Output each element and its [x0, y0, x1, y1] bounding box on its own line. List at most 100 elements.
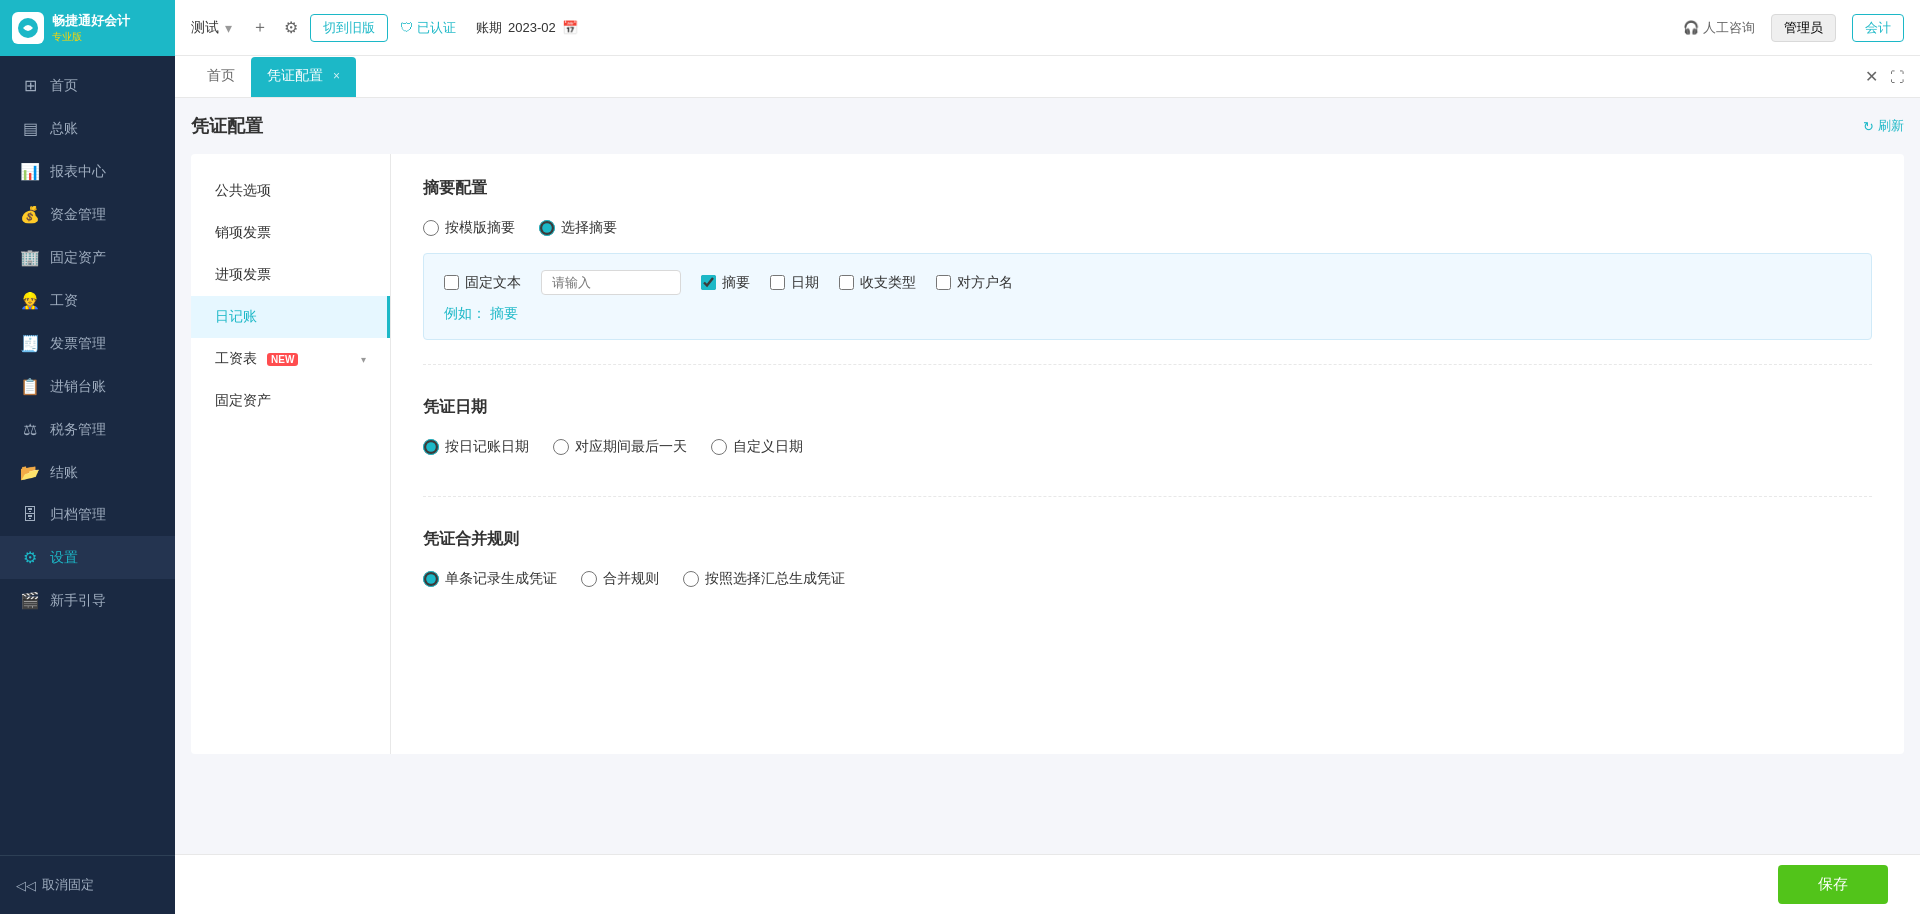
tab-voucher-config[interactable]: 凭证配置 ×	[251, 57, 356, 97]
radio-merge-rule-label: 合并规则	[603, 570, 659, 588]
radio-period-last-day[interactable]: 对应期间最后一天	[553, 438, 687, 456]
nav-item-guide[interactable]: 🎬 新手引导	[0, 579, 175, 622]
certified-label: 已认证	[417, 19, 456, 37]
checkbox-date-input[interactable]	[770, 275, 785, 290]
radio-diary-date-label: 按日记账日期	[445, 438, 529, 456]
left-nav-purchase-invoice[interactable]: 进项发票	[191, 254, 390, 296]
nav-item-invoice[interactable]: 🧾 发票管理	[0, 322, 175, 365]
merge-title: 凭证合并规则	[423, 529, 1872, 550]
left-nav-sales-invoice[interactable]: 销项发票	[191, 212, 390, 254]
radio-select-summary-input[interactable]	[539, 220, 555, 236]
new-badge: NEW	[267, 353, 298, 366]
radio-period-last-day-input[interactable]	[553, 439, 569, 455]
pay-type-checkbox-label: 收支类型	[860, 274, 916, 292]
nav-item-funds[interactable]: 💰 资金管理	[0, 193, 175, 236]
sidebar: 畅捷通好会计 专业版 ⊞ 首页 ▤ 总账 📊 报表中心 💰 资金管理 🏢	[0, 0, 175, 914]
date-section: 凭证日期 按日记账日期 对应期间最后一天	[423, 397, 1872, 497]
tabs-right: ✕ ⛶	[1865, 67, 1904, 86]
period-value: 2023-02	[508, 20, 556, 35]
window-close-button[interactable]: ✕	[1865, 67, 1878, 86]
checkbox-counterparty-label[interactable]: 对方户名	[936, 274, 1013, 292]
radio-single-record-input[interactable]	[423, 571, 439, 587]
expand-button[interactable]: ⛶	[1890, 69, 1904, 85]
logo-sub: 专业版	[52, 30, 130, 44]
radio-merge-rule-input[interactable]	[581, 571, 597, 587]
tab-home-label: 首页	[207, 67, 235, 83]
add-button[interactable]: ＋	[248, 13, 272, 42]
funds-icon: 💰	[20, 205, 40, 224]
company-selector[interactable]: 测试 ▾	[191, 19, 232, 37]
tab-home[interactable]: 首页	[191, 57, 251, 97]
radio-select-summary-label: 选择摘要	[561, 219, 617, 237]
example-prefix: 例如：	[444, 305, 486, 321]
nav-item-settings[interactable]: ⚙ 设置	[0, 536, 175, 579]
radio-summary-generate-label: 按照选择汇总生成凭证	[705, 570, 845, 588]
tab-voucher-label: 凭证配置	[267, 67, 323, 83]
cancel-fixed-button[interactable]: ◁◁ 取消固定	[0, 866, 175, 904]
nav-item-fixed-assets[interactable]: 🏢 固定资产	[0, 236, 175, 279]
left-nav-public[interactable]: 公共选项	[191, 170, 390, 212]
shield-icon: 🛡	[400, 20, 413, 35]
radio-template-summary-label: 按模版摘要	[445, 219, 515, 237]
nav-item-archive[interactable]: 🗄 归档管理	[0, 494, 175, 536]
nav-item-reports[interactable]: 📊 报表中心	[0, 150, 175, 193]
checkbox-pay-type-label[interactable]: 收支类型	[839, 274, 916, 292]
radio-diary-date-input[interactable]	[423, 439, 439, 455]
checkbox-counterparty-input[interactable]	[936, 275, 951, 290]
closing-icon: 📂	[20, 463, 40, 482]
checkbox-date-label[interactable]: 日期	[770, 274, 819, 292]
left-nav-diary[interactable]: 日记账	[191, 296, 390, 338]
switch-version-button[interactable]: 切到旧版	[310, 14, 388, 42]
checkbox-pay-type-input[interactable]	[839, 275, 854, 290]
date-radio-group: 按日记账日期 对应期间最后一天 自定义日期	[423, 438, 1872, 456]
nav-item-home[interactable]: ⊞ 首页	[0, 64, 175, 107]
tabs-row: 首页 凭证配置 × ✕ ⛶	[175, 56, 1920, 98]
counterparty-checkbox-label: 对方户名	[957, 274, 1013, 292]
nav-label-closing: 结账	[50, 464, 78, 482]
period-label: 账期	[476, 19, 502, 37]
nav-item-salary[interactable]: 👷 工资	[0, 279, 175, 322]
radio-merge-rule[interactable]: 合并规则	[581, 570, 659, 588]
radio-template-summary[interactable]: 按模版摘要	[423, 219, 515, 237]
nav-label-salary: 工资	[50, 292, 78, 310]
radio-single-record[interactable]: 单条记录生成凭证	[423, 570, 557, 588]
nav-item-ledger[interactable]: ▤ 总账	[0, 107, 175, 150]
checkbox-fixed-text-label[interactable]: 固定文本	[444, 274, 521, 292]
nav-label-home: 首页	[50, 77, 78, 95]
radio-summary-generate-input[interactable]	[683, 571, 699, 587]
tab-close-icon[interactable]: ×	[333, 69, 340, 83]
nav-item-tax[interactable]: ⚖ 税务管理	[0, 408, 175, 451]
logo-icon	[12, 12, 44, 44]
nav-label-tax: 税务管理	[50, 421, 106, 439]
left-nav-payroll[interactable]: 工资表 NEW ▾	[191, 338, 390, 380]
summary-section: 摘要配置 按模版摘要 选择摘要	[423, 178, 1872, 365]
radio-diary-date[interactable]: 按日记账日期	[423, 438, 529, 456]
radio-template-summary-input[interactable]	[423, 220, 439, 236]
consult-label: 人工咨询	[1703, 19, 1755, 37]
consult-button[interactable]: 🎧 人工咨询	[1683, 19, 1755, 37]
invoice-icon: 🧾	[20, 334, 40, 353]
radio-custom-date-input[interactable]	[711, 439, 727, 455]
left-nav: 公共选项 销项发票 进项发票 日记账 工资表	[191, 154, 391, 754]
accountant-button[interactable]: 会计	[1852, 14, 1904, 42]
left-nav-fixed-asset[interactable]: 固定资产	[191, 380, 390, 422]
fixed-text-label: 固定文本	[465, 274, 521, 292]
checkbox-fixed-text-input[interactable]	[444, 275, 459, 290]
admin-button[interactable]: 管理员	[1771, 14, 1836, 42]
settings-gear-button[interactable]: ⚙	[280, 14, 302, 41]
merge-radio-group: 单条记录生成凭证 合并规则 按照选择汇总生成凭证	[423, 570, 1872, 588]
merge-section: 凭证合并规则 单条记录生成凭证 合并规则	[423, 529, 1872, 628]
radio-select-summary[interactable]: 选择摘要	[539, 219, 617, 237]
nav-item-sales-ledger[interactable]: 📋 进销台账	[0, 365, 175, 408]
checkbox-summary-input[interactable]	[701, 275, 716, 290]
radio-summary-generate[interactable]: 按照选择汇总生成凭证	[683, 570, 845, 588]
save-button[interactable]: 保存	[1778, 865, 1888, 904]
cancel-fixed-label: 取消固定	[42, 876, 94, 894]
summary-config-box: 固定文本 摘要 日期	[423, 253, 1872, 340]
nav-item-closing[interactable]: 📂 结账	[0, 451, 175, 494]
refresh-button[interactable]: ↻ 刷新	[1863, 117, 1904, 135]
checkbox-summary-label[interactable]: 摘要	[701, 274, 750, 292]
fixed-text-input[interactable]	[541, 270, 681, 295]
page-title: 凭证配置	[191, 114, 263, 138]
radio-custom-date[interactable]: 自定义日期	[711, 438, 803, 456]
